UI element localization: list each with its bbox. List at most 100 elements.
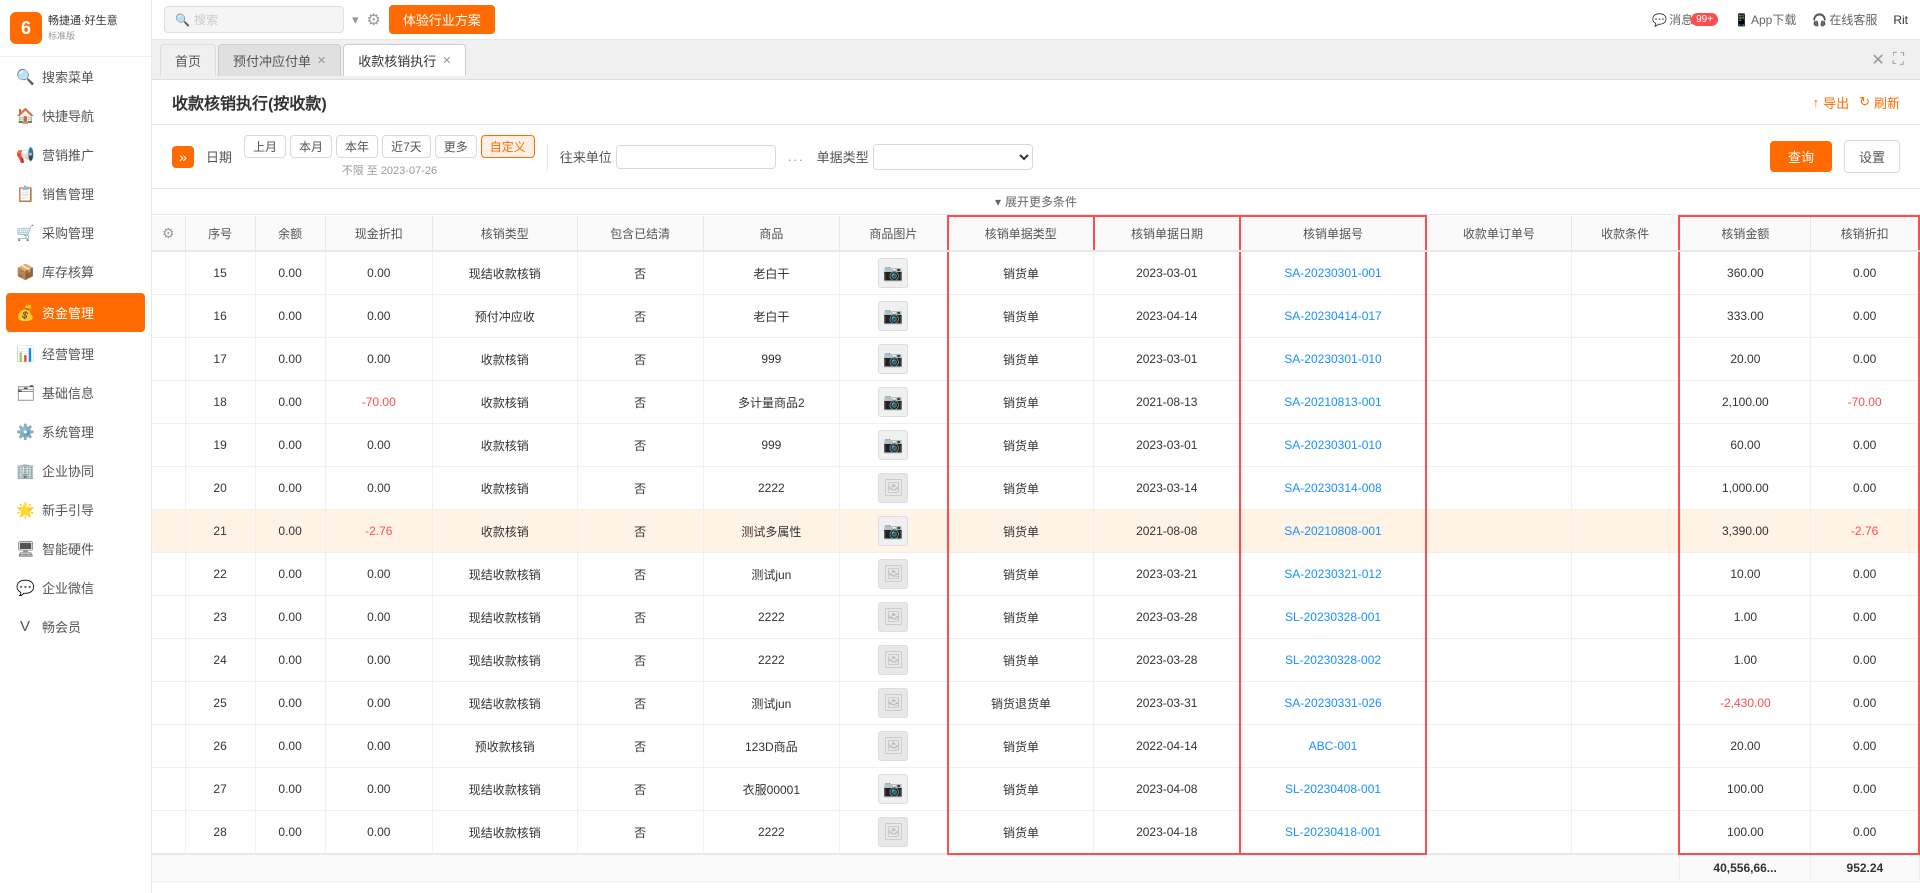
cell-product: 衣服00001 — [703, 768, 839, 811]
bill-report-no-link[interactable]: SA-20230301-001 — [1284, 266, 1381, 280]
date-more[interactable]: 更多 — [435, 135, 477, 158]
bill-report-no-link[interactable]: ABC-001 — [1309, 739, 1358, 753]
table-row[interactable]: 20 0.00 0.00 收款核销 否 2222 🖼 销货单 2023-03-1… — [152, 467, 1919, 510]
table-row[interactable]: 23 0.00 0.00 现结收款核销 否 2222 🖼 销货单 2023-03… — [152, 596, 1919, 639]
bill-report-no-link[interactable]: SA-20230414-017 — [1284, 309, 1381, 323]
bill-report-no-link[interactable]: SA-20230321-012 — [1284, 567, 1381, 581]
cell-bill-report-no[interactable]: SA-20230301-001 — [1240, 251, 1426, 295]
bill-report-no-link[interactable]: SA-20210813-001 — [1284, 395, 1381, 409]
tab-receipt[interactable]: 收款核销执行 ✕ — [343, 44, 466, 76]
online-service-label: 在线客服 — [1829, 11, 1877, 28]
settings-icon[interactable]: ⚙ — [367, 10, 381, 30]
sidebar-item-shortcut[interactable]: 🏠 快捷导航 — [0, 96, 151, 135]
tab-prepay[interactable]: 预付冲应付单 ✕ — [218, 44, 341, 76]
cell-bill-report-no[interactable]: SA-20230301-010 — [1240, 424, 1426, 467]
bill-type-select[interactable] — [873, 144, 1033, 170]
bill-report-no-link[interactable]: SL-20230328-001 — [1285, 610, 1381, 624]
sidebar-item-guide[interactable]: 🌟 新手引导 — [0, 490, 151, 529]
col-settings[interactable]: ⚙ — [152, 216, 185, 251]
sidebar-item-hardware[interactable]: 🖥 智能硬件 — [0, 529, 151, 568]
cell-bill-report-no[interactable]: SA-20230331-026 — [1240, 682, 1426, 725]
expand-more-btn[interactable]: ▾ 展开更多条件 — [995, 193, 1077, 210]
table-row[interactable]: 26 0.00 0.00 预收款核销 否 123D商品 🖼 销货单 2022-0… — [152, 725, 1919, 768]
cell-bill-report-no[interactable]: SA-20230314-008 — [1240, 467, 1426, 510]
cell-bill-report-type: 销货退货单 — [948, 682, 1094, 725]
app-download-area[interactable]: 📱 App下载 — [1734, 11, 1796, 28]
cell-bill-report-no[interactable]: SL-20230328-001 — [1240, 596, 1426, 639]
bill-report-no-link[interactable]: SL-20230408-001 — [1285, 782, 1381, 796]
cell-bill-report-date: 2023-04-14 — [1094, 295, 1240, 338]
tab-home[interactable]: 首页 — [160, 44, 216, 76]
top-search-bar[interactable]: 🔍 搜索 — [164, 6, 344, 33]
table-row[interactable]: 24 0.00 0.00 现结收款核销 否 2222 🖼 销货单 2023-03… — [152, 639, 1919, 682]
bill-report-no-link[interactable]: SL-20230418-001 — [1285, 825, 1381, 839]
sidebar-item-finance[interactable]: 💰 资金管理 — [6, 293, 145, 332]
cell-bill-report-no[interactable]: ABC-001 — [1240, 725, 1426, 768]
maximize-icon[interactable]: ⛶ — [1893, 51, 1904, 69]
cell-bill-report-no[interactable]: SA-20230414-017 — [1240, 295, 1426, 338]
sidebar-item-corp[interactable]: 🏢 企业协同 — [0, 451, 151, 490]
dropdown-icon[interactable]: ▾ — [352, 12, 359, 28]
bill-report-no-link[interactable]: SA-20230331-026 — [1284, 696, 1381, 710]
close-window-icon[interactable]: ✕ — [1871, 50, 1884, 70]
table-row[interactable]: 17 0.00 0.00 收款核销 否 999 📷 销货单 2023-03-01… — [152, 338, 1919, 381]
table-row[interactable]: 22 0.00 0.00 现结收款核销 否 测试jun 🖼 销货单 2023-0… — [152, 553, 1919, 596]
table-row[interactable]: 16 0.00 0.00 预付冲应收 否 老白干 📷 销货单 2023-04-1… — [152, 295, 1919, 338]
sidebar-item-sales[interactable]: 📋 销售管理 — [0, 174, 151, 213]
cell-bill-report-no[interactable]: SL-20230328-002 — [1240, 639, 1426, 682]
tab-receipt-close[interactable]: ✕ — [442, 54, 451, 67]
date-last-month[interactable]: 上月 — [244, 135, 286, 158]
sidebar-item-search[interactable]: 🔍 搜索菜单 — [0, 57, 151, 96]
settings-btn[interactable]: 设置 — [1844, 140, 1900, 173]
cell-bill-report-no[interactable]: SA-20210808-001 — [1240, 510, 1426, 553]
bill-report-no-link[interactable]: SL-20230328-002 — [1285, 653, 1381, 667]
sidebar-item-system[interactable]: ⚙️ 系统管理 — [0, 412, 151, 451]
table-row[interactable]: 27 0.00 0.00 现结收款核销 否 衣服00001 📷 销货单 2023… — [152, 768, 1919, 811]
table-row[interactable]: 21 0.00 -2.76 收款核销 否 测试多属性 📷 销货单 2021-08… — [152, 510, 1919, 553]
notification-area[interactable]: 💬 消息 99+ — [1652, 11, 1718, 28]
bill-report-no-link[interactable]: SA-20230301-010 — [1284, 352, 1381, 366]
tab-home-label: 首页 — [175, 51, 201, 70]
query-btn[interactable]: 查询 — [1770, 141, 1832, 172]
sidebar-item-basic[interactable]: 🗂 基础信息 — [0, 373, 151, 412]
export-btn[interactable]: ↑ 导出 — [1813, 93, 1850, 112]
cell-bill-report-no[interactable]: SA-20230301-010 — [1240, 338, 1426, 381]
online-service-area[interactable]: 🎧 在线客服 — [1812, 11, 1877, 28]
date-7days[interactable]: 近7天 — [382, 135, 431, 158]
table-row[interactable]: 28 0.00 0.00 现结收款核销 否 2222 🖼 销货单 2023-04… — [152, 811, 1919, 855]
table-container[interactable]: ⚙ 序号 余额 现金折扣 核销类型 包含已结清 商品 商品图片 核销单据类型 核… — [152, 215, 1920, 893]
tab-prepay-close[interactable]: ✕ — [317, 54, 326, 67]
sidebar-item-purchase[interactable]: 🛒 采购管理 — [0, 213, 151, 252]
refresh-btn[interactable]: ↻ 刷新 — [1859, 93, 1900, 112]
cell-bill-report-no[interactable]: SL-20230418-001 — [1240, 811, 1426, 855]
sidebar-item-inventory[interactable]: 📦 库存核算 — [0, 252, 151, 291]
sidebar-item-member[interactable]: V 畅会员 — [0, 607, 151, 646]
col-settings-btn[interactable]: ⚙ — [162, 225, 175, 242]
table-row[interactable]: 19 0.00 0.00 收款核销 否 999 📷 销货单 2023-03-01… — [152, 424, 1919, 467]
date-custom[interactable]: 自定义 — [481, 135, 535, 158]
counterpart-input[interactable] — [616, 145, 776, 169]
industry-btn[interactable]: 体验行业方案 — [389, 5, 495, 34]
filter-expand-btn[interactable]: » — [172, 146, 194, 168]
date-this-year[interactable]: 本年 — [336, 135, 378, 158]
bill-report-no-link[interactable]: SA-20230301-010 — [1284, 438, 1381, 452]
col-cancel-type: 核销类型 — [432, 216, 577, 251]
cell-cash-discount: -2.76 — [325, 510, 432, 553]
sidebar-item-wechat[interactable]: 💬 企业微信 — [0, 568, 151, 607]
cell-bill-report-no[interactable]: SA-20210813-001 — [1240, 381, 1426, 424]
date-this-month[interactable]: 本月 — [290, 135, 332, 158]
bill-report-no-link[interactable]: SA-20230314-008 — [1284, 481, 1381, 495]
cell-bill-report-no[interactable]: SL-20230408-001 — [1240, 768, 1426, 811]
cell-bill-report-no[interactable]: SA-20230321-012 — [1240, 553, 1426, 596]
user-label[interactable]: Rit — [1893, 13, 1908, 27]
table-row[interactable]: 18 0.00 -70.00 收款核销 否 多计量商品2 📷 销货单 2021-… — [152, 381, 1919, 424]
cell-settings — [152, 510, 185, 553]
table-row[interactable]: 25 0.00 0.00 现结收款核销 否 测试jun 🖼 销货退货单 2023… — [152, 682, 1919, 725]
table-row[interactable]: 15 0.00 0.00 现结收款核销 否 老白干 📷 销货单 2023-03-… — [152, 251, 1919, 295]
cell-product: 2222 — [703, 811, 839, 855]
bill-report-no-link[interactable]: SA-20210808-001 — [1284, 524, 1381, 538]
cell-cancel-type: 现结收款核销 — [432, 811, 577, 855]
sidebar-item-marketing[interactable]: 📢 营销推广 — [0, 135, 151, 174]
page-content: 收款核销执行(按收款) ↑ 导出 ↻ 刷新 » 日期 上月 本月 本年 — [152, 80, 1920, 893]
sidebar-item-operation[interactable]: 📊 经营管理 — [0, 334, 151, 373]
